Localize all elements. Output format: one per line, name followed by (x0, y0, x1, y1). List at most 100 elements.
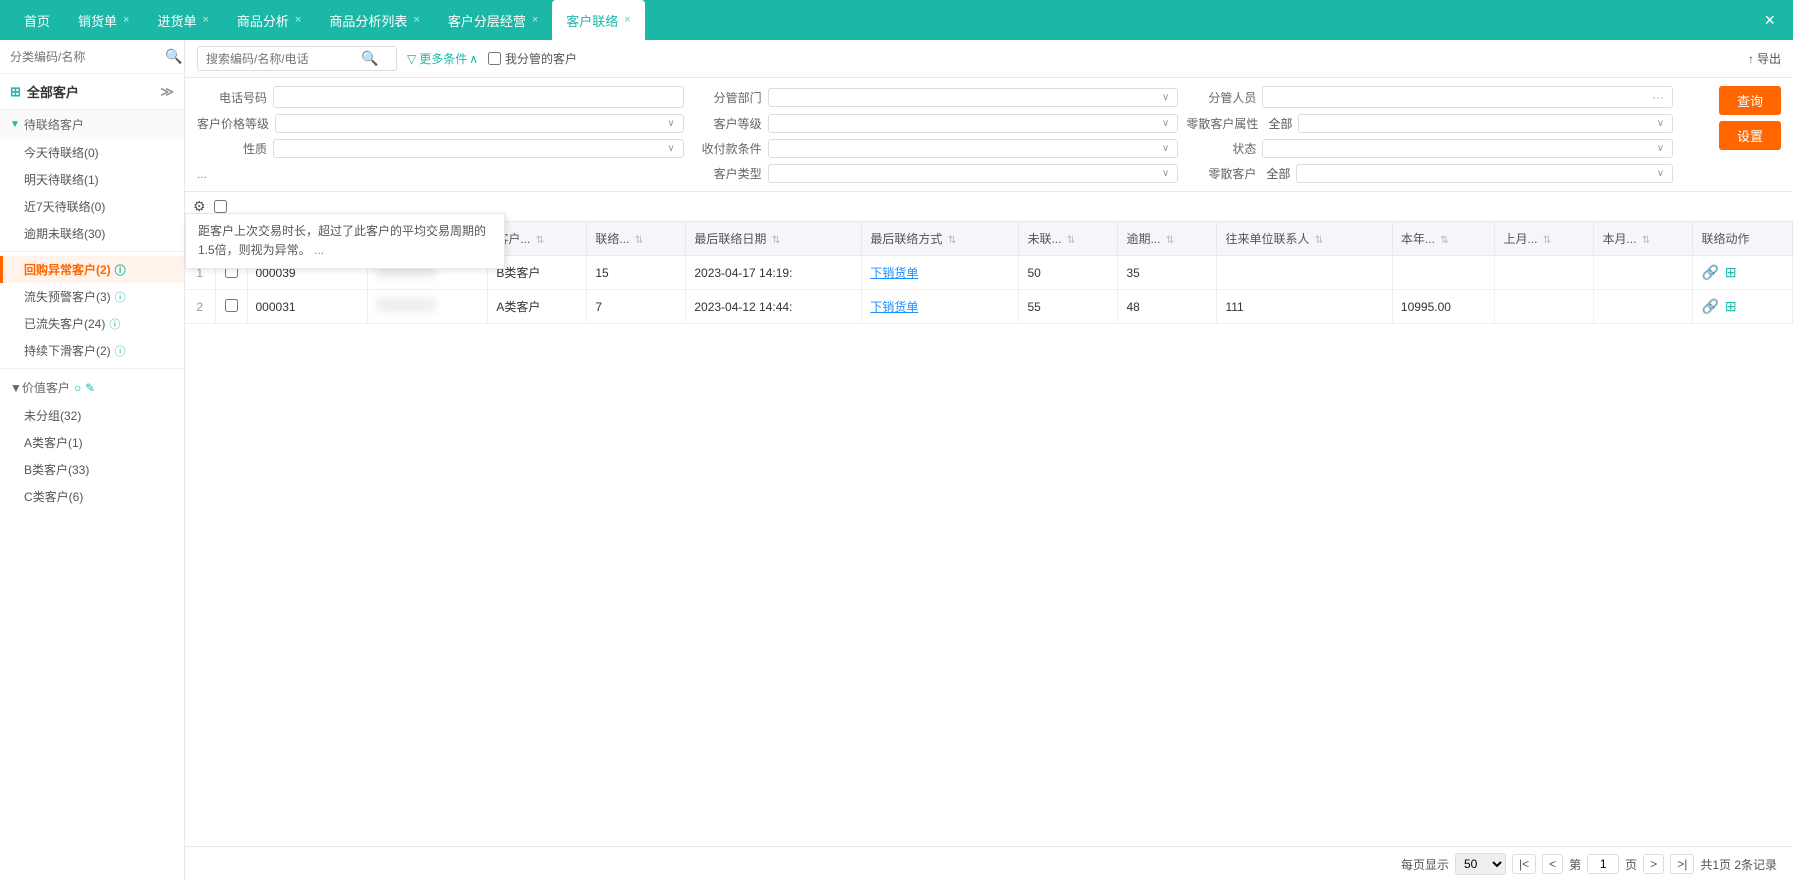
filter-select-customer-level[interactable]: ∨ (768, 114, 1179, 133)
sort-this-month-icon[interactable]: ⇅ (1642, 235, 1650, 246)
sidebar-group-pending[interactable]: ▼ 待联络客户 (0, 110, 184, 139)
table-area: 客户编码 ⇅ 客户名称 ⇅ 客户... ⇅ 联络... (185, 222, 1793, 846)
nav-home[interactable]: 首页 (10, 0, 64, 40)
filter-select-price-level[interactable]: ∨ (275, 114, 684, 133)
row-2-link-icon[interactable]: 🔗 (1701, 298, 1718, 315)
prev-page-btn[interactable]: < (1542, 854, 1563, 874)
filter-select-person[interactable]: ··· (1262, 86, 1673, 108)
select-all-checkbox[interactable] (214, 200, 227, 213)
sidebar-item-lost[interactable]: 已流失客户(24) ⓘ (0, 310, 184, 337)
settings-button[interactable]: 设置 (1719, 121, 1781, 150)
filter-select-status[interactable]: ∨ (1262, 139, 1673, 158)
last-page-btn[interactable]: >| (1670, 854, 1694, 874)
filter-label-dept: 分管部门 (692, 89, 762, 106)
close-goods-list-icon[interactable]: × (413, 14, 419, 26)
sidebar-item-7days[interactable]: 近7天待联络(0) (0, 193, 184, 220)
export-button[interactable]: ↑ 导出 (1748, 50, 1781, 67)
nav-goods-analysis[interactable]: 商品分析 × (223, 0, 315, 40)
search-button-icon[interactable]: 🔍 (361, 50, 378, 67)
query-button[interactable]: 查询 (1719, 86, 1781, 115)
sort-company-contacts-icon[interactable]: ⇅ (1315, 235, 1323, 246)
sidebar-item-b-class[interactable]: B类客户(33) (0, 456, 184, 483)
filter-select-customer-type[interactable]: ∨ (768, 164, 1179, 183)
row-1-link-icon[interactable]: 🔗 (1701, 264, 1718, 281)
my-customers-checkbox[interactable] (488, 52, 501, 65)
row-2-checkbox[interactable] (225, 299, 238, 312)
nav-goods-analysis-list[interactable]: 商品分析列表 × (315, 0, 433, 40)
next-page-btn[interactable]: > (1643, 854, 1664, 874)
sort-last-month-icon[interactable]: ⇅ (1543, 235, 1551, 246)
info-icon-3: ⓘ (109, 316, 120, 332)
filter-select-nature[interactable]: ∨ (273, 139, 684, 158)
row-last-month-1 (1495, 256, 1594, 290)
sidebar-collapse-icon[interactable]: ≫ (160, 84, 174, 100)
col-header-uncontacted[interactable]: 未联... ⇅ (1019, 222, 1118, 256)
nav-sales[interactable]: 销货单 × (64, 0, 143, 40)
col-header-this-year[interactable]: 本年... ⇅ (1392, 222, 1495, 256)
more-filter-btn[interactable]: ... (197, 167, 207, 181)
sidebar-item-today[interactable]: 今天待联络(0) (0, 139, 184, 166)
sidebar-group-value[interactable]: ▼ 价值客户 ○ ✎ (0, 373, 184, 402)
filter-cell-retail-customer: 零散客户 全部 ∨ (1186, 164, 1673, 183)
sidebar-item-tomorrow[interactable]: 明天待联络(1) (0, 166, 184, 193)
sidebar-item-declining[interactable]: 持续下滑客户(2) ⓘ (0, 337, 184, 364)
sort-type-icon[interactable]: ⇅ (536, 235, 544, 246)
sort-uncontacted-icon[interactable]: ⇅ (1067, 235, 1075, 246)
value-customers-edit-icon[interactable]: ✎ (85, 381, 95, 395)
col-header-company-contacts[interactable]: 往来单位联系人 ⇅ (1217, 222, 1392, 256)
first-page-btn[interactable]: |< (1512, 854, 1536, 874)
nav-customer-contact[interactable]: 客户联络 × (552, 0, 644, 40)
sidebar-item-lost-warning[interactable]: 流失预警客户(3) ⓘ (0, 283, 184, 310)
page-input[interactable] (1587, 854, 1619, 874)
row-2-grid-icon[interactable]: ⊞ (1725, 298, 1737, 315)
close-goods-analysis-icon[interactable]: × (295, 14, 301, 26)
sidebar-item-repurchase-abnormal[interactable]: 回购异常客户(2) ⓘ (0, 256, 184, 283)
sort-contacts-icon[interactable]: ⇅ (635, 235, 643, 246)
sidebar-item-a-class[interactable]: A类客户(1) (0, 429, 184, 456)
col-header-overdue[interactable]: 逾期... ⇅ (1118, 222, 1217, 256)
sort-last-date-icon[interactable]: ⇅ (772, 235, 780, 246)
row-this-month-1 (1594, 256, 1693, 290)
filter-input-phone[interactable] (273, 86, 684, 108)
filter-select-dept[interactable]: ∨ (768, 88, 1179, 107)
sidebar-item-c-class[interactable]: C类客户(6) (0, 483, 184, 510)
tooltip-more-link[interactable]: ... (314, 243, 324, 257)
more-conditions-btn[interactable]: ▽ 更多条件 ∧ (407, 50, 478, 67)
search-input[interactable] (206, 52, 361, 66)
col-header-contacts[interactable]: 联络... ⇅ (587, 222, 686, 256)
filter-select-payment[interactable]: ∨ (768, 139, 1179, 158)
close-contact-icon[interactable]: × (624, 14, 630, 26)
sort-overdue-icon[interactable]: ⇅ (1166, 235, 1174, 246)
sort-last-method-icon[interactable]: ⇅ (948, 235, 956, 246)
filter-label-retail-attr: 零散客户属性 (1186, 115, 1258, 132)
close-segment-icon[interactable]: × (532, 14, 538, 26)
filter-label-nature: 性质 (197, 140, 267, 157)
col-header-this-month[interactable]: 本月... ⇅ (1594, 222, 1693, 256)
row-1-grid-icon[interactable]: ⊞ (1725, 264, 1737, 281)
col-header-last-month[interactable]: 上月... ⇅ (1495, 222, 1594, 256)
filter-select-retail-attr[interactable]: ∨ (1298, 114, 1673, 133)
info-icon-4: ⓘ (115, 343, 126, 359)
per-page-select[interactable]: 50 100 200 (1455, 853, 1506, 875)
close-sales-icon[interactable]: × (123, 14, 129, 26)
app-close-button[interactable]: × (1756, 10, 1783, 31)
nav-customer-segment[interactable]: 客户分层经营 × (434, 0, 552, 40)
nav-purchase[interactable]: 进货单 × (143, 0, 222, 40)
sidebar-search-input[interactable] (10, 50, 165, 64)
filter-select-retail-customer[interactable]: ∨ (1296, 164, 1673, 183)
sidebar-item-overdue-contact[interactable]: 逾期未联络(30) (0, 220, 184, 247)
close-purchase-icon[interactable]: × (202, 14, 208, 26)
col-header-last-date[interactable]: 最后联络日期 ⇅ (686, 222, 862, 256)
filter-cell-status: 状态 ∨ (1186, 139, 1673, 158)
sidebar-search-icon[interactable]: 🔍 (165, 48, 182, 65)
row-last-method-link-2[interactable]: 下销货单 (870, 300, 918, 314)
main-layout: 🔍 ⊞ 全部客户 ≫ ▼ 待联络客户 今天待联络(0) 明天待联络(1) 近7天… (0, 40, 1793, 881)
sort-this-year-icon[interactable]: ⇅ (1440, 235, 1448, 246)
filter-label-customer-level: 客户等级 (692, 115, 762, 132)
sidebar-item-unclassified[interactable]: 未分组(32) (0, 402, 184, 429)
sidebar-all-customers[interactable]: ⊞ 全部客户 ≫ (0, 74, 184, 110)
row-last-method-link-1[interactable]: 下销货单 (870, 266, 918, 280)
total-label: 共1页 2条记录 (1700, 856, 1777, 873)
value-customers-circle-icon[interactable]: ○ (74, 381, 81, 395)
col-header-last-method[interactable]: 最后联络方式 ⇅ (862, 222, 1019, 256)
